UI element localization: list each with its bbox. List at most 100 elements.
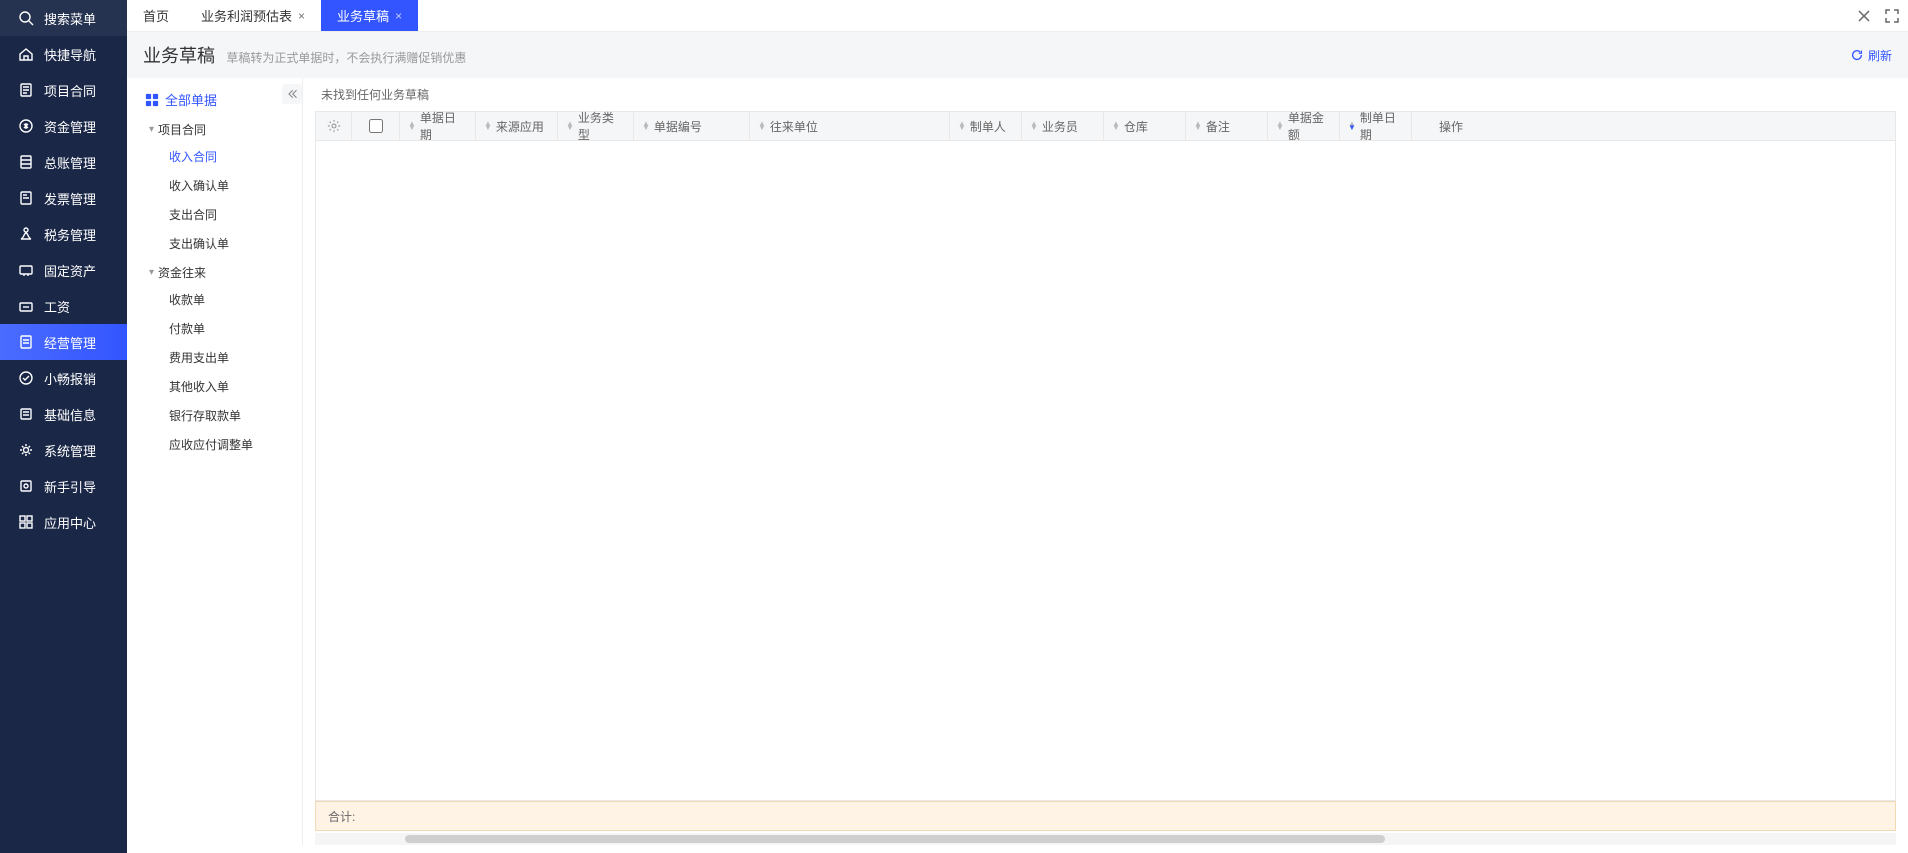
sidebar-item-label: 快捷导航 xyxy=(44,45,96,64)
sidebar-item-search[interactable]: 搜索菜单 xyxy=(0,0,127,36)
tab-1[interactable]: 业务利润预估表 × xyxy=(185,0,321,31)
col-header-label: 单据编号 xyxy=(654,118,702,135)
col-header-label: 来源应用 xyxy=(496,118,544,135)
sidebar-item-doc[interactable]: 项目合同 xyxy=(0,72,127,108)
salary-icon xyxy=(18,298,34,314)
sort-icon: ▲▼ xyxy=(1112,122,1120,130)
sidebar-item-label: 小畅报销 xyxy=(44,369,96,388)
col-header-7[interactable]: ▲▼ 仓库 xyxy=(1104,112,1186,140)
page-header: 业务草稿 草稿转为正式单据时，不会执行满赠促销优惠 刷新 xyxy=(127,32,1908,78)
secondary-nav-title-label: 全部单据 xyxy=(165,90,217,109)
sidebar-item-ops[interactable]: 经营管理 xyxy=(0,324,127,360)
secnav-item-1-2[interactable]: 费用支出单 xyxy=(135,343,302,372)
col-header-5[interactable]: ▲▼制单人 xyxy=(950,112,1022,140)
secnav-item-0-1[interactable]: 收入确认单 xyxy=(135,171,302,200)
col-header-3[interactable]: ▲▼ 单据编号 xyxy=(634,112,750,140)
sidebar-item-home[interactable]: 快捷导航 xyxy=(0,36,127,72)
secnav-item-1-5[interactable]: 应收应付调整单 xyxy=(135,430,302,459)
tab-label: 业务利润预估表 xyxy=(201,6,292,25)
col-header-10[interactable]: ▲▼制单日期 xyxy=(1340,112,1412,140)
col-header-11[interactable]: 操作 xyxy=(1412,112,1490,140)
secondary-nav-title[interactable]: 全部单据 xyxy=(135,84,302,115)
col-header-9[interactable]: ▲▼ 单据金额 xyxy=(1268,112,1340,140)
asset-icon xyxy=(18,262,34,278)
secnav-item-0-0[interactable]: 收入合同 xyxy=(135,142,302,171)
sidebar-item-gear[interactable]: 系统管理 xyxy=(0,432,127,468)
ledger-icon xyxy=(18,154,34,170)
select-all-cell xyxy=(352,112,400,140)
tabs-bar: 首页业务利润预估表 × 业务草稿 × xyxy=(127,0,1908,32)
sidebar-item-label: 总账管理 xyxy=(44,153,96,172)
refresh-button[interactable]: 刷新 xyxy=(1850,47,1892,64)
table-footer-label: 合计: xyxy=(328,808,355,825)
tab-2[interactable]: 业务草稿 × xyxy=(321,0,418,31)
horizontal-scrollbar[interactable] xyxy=(315,833,1896,845)
table-settings-button[interactable] xyxy=(316,112,352,140)
secnav-group-label: 资金往来 xyxy=(158,264,206,281)
tab-close-icon[interactable]: × xyxy=(395,9,402,23)
col-header-6[interactable]: ▲▼业务员 xyxy=(1022,112,1104,140)
secnav-group-0[interactable]: ▾项目合同 xyxy=(135,115,302,142)
sidebar-item-label: 固定资产 xyxy=(44,261,96,280)
secnav-item-1-3[interactable]: 其他收入单 xyxy=(135,372,302,401)
secnav-item-0-2[interactable]: 支出合同 xyxy=(135,200,302,229)
tab-label: 业务草稿 xyxy=(337,6,389,25)
ops-icon xyxy=(18,334,34,350)
col-header-1[interactable]: ▲▼ 来源应用 xyxy=(476,112,558,140)
scrollbar-thumb[interactable] xyxy=(405,835,1385,843)
close-icon[interactable] xyxy=(1856,8,1872,24)
sidebar-item-label: 发票管理 xyxy=(44,189,96,208)
sidebar-item-label: 基础信息 xyxy=(44,405,96,424)
secnav-item-1-1[interactable]: 付款单 xyxy=(135,314,302,343)
sort-icon: ▲▼ xyxy=(642,122,650,130)
sidebar-item-salary[interactable]: 工资 xyxy=(0,288,127,324)
sidebar-item-money[interactable]: 资金管理 xyxy=(0,108,127,144)
invoice-icon xyxy=(18,190,34,206)
doc-icon xyxy=(18,82,34,98)
col-header-8[interactable]: ▲▼备注 xyxy=(1186,112,1268,140)
secnav-group-1[interactable]: ▾资金往来 xyxy=(135,258,302,285)
gear-icon xyxy=(18,442,34,458)
sidebar-item-invoice[interactable]: 发票管理 xyxy=(0,180,127,216)
page-subtitle: 草稿转为正式单据时，不会执行满赠促销优惠 xyxy=(226,51,466,65)
table-area: 未找到任何业务草稿 ▲▼单据日期▲▼来源应用▲▼业务类型▲▼单据编号▲▼往来单位… xyxy=(303,78,1896,845)
table-header: ▲▼单据日期▲▼来源应用▲▼业务类型▲▼单据编号▲▼往来单位▲▼制单人▲▼业务员… xyxy=(315,111,1896,141)
tab-0[interactable]: 首页 xyxy=(127,0,185,31)
main: 首页业务利润预估表 × 业务草稿 × 业务草稿 草稿转为正式单据时，不会执行满赠促销优… xyxy=(127,0,1908,853)
sort-icon: ▲▼ xyxy=(1276,122,1284,130)
table-body xyxy=(315,141,1896,801)
sidebar-item-ledger[interactable]: 总账管理 xyxy=(0,144,127,180)
col-header-label: 单据金额 xyxy=(1288,109,1331,143)
sort-icon: ▲▼ xyxy=(758,122,766,130)
col-header-label: 操作 xyxy=(1439,118,1463,135)
table-footer: 合计: xyxy=(315,801,1896,831)
col-header-4[interactable]: ▲▼往来单位 xyxy=(750,112,950,140)
col-header-label: 单据日期 xyxy=(420,109,467,143)
page-title: 业务草稿 xyxy=(143,46,215,66)
sort-icon: ▲▼ xyxy=(484,122,492,130)
secnav-item-0-3[interactable]: 支出确认单 xyxy=(135,229,302,258)
col-header-label: 仓库 xyxy=(1124,118,1148,135)
secnav-item-1-4[interactable]: 银行存取款单 xyxy=(135,401,302,430)
sidebar-item-apps[interactable]: 应用中心 xyxy=(0,504,127,540)
col-header-2[interactable]: ▲▼业务类型 xyxy=(558,112,634,140)
sidebar-item-asset[interactable]: 固定资产 xyxy=(0,252,127,288)
sidebar-item-tax[interactable]: 税务管理 xyxy=(0,216,127,252)
sort-icon: ▲▼ xyxy=(566,122,574,130)
sidebar-item-label: 项目合同 xyxy=(44,81,96,100)
select-all-checkbox[interactable] xyxy=(369,119,383,133)
sidebar-item-reimb[interactable]: 小畅报销 xyxy=(0,360,127,396)
refresh-label: 刷新 xyxy=(1868,47,1892,64)
sidebar-item-guide[interactable]: 新手引导 xyxy=(0,468,127,504)
secnav-group-label: 项目合同 xyxy=(158,121,206,138)
collapse-panel-button[interactable] xyxy=(282,84,302,104)
fullscreen-icon[interactable] xyxy=(1884,8,1900,24)
info-icon xyxy=(18,406,34,422)
col-header-0[interactable]: ▲▼单据日期 xyxy=(400,112,476,140)
sort-icon: ▲▼ xyxy=(1030,122,1038,130)
sidebar-item-info[interactable]: 基础信息 xyxy=(0,396,127,432)
tab-close-icon[interactable]: × xyxy=(298,9,305,23)
money-icon xyxy=(18,118,34,134)
sidebar-item-label: 搜索菜单 xyxy=(44,9,96,28)
secnav-item-1-0[interactable]: 收款单 xyxy=(135,285,302,314)
